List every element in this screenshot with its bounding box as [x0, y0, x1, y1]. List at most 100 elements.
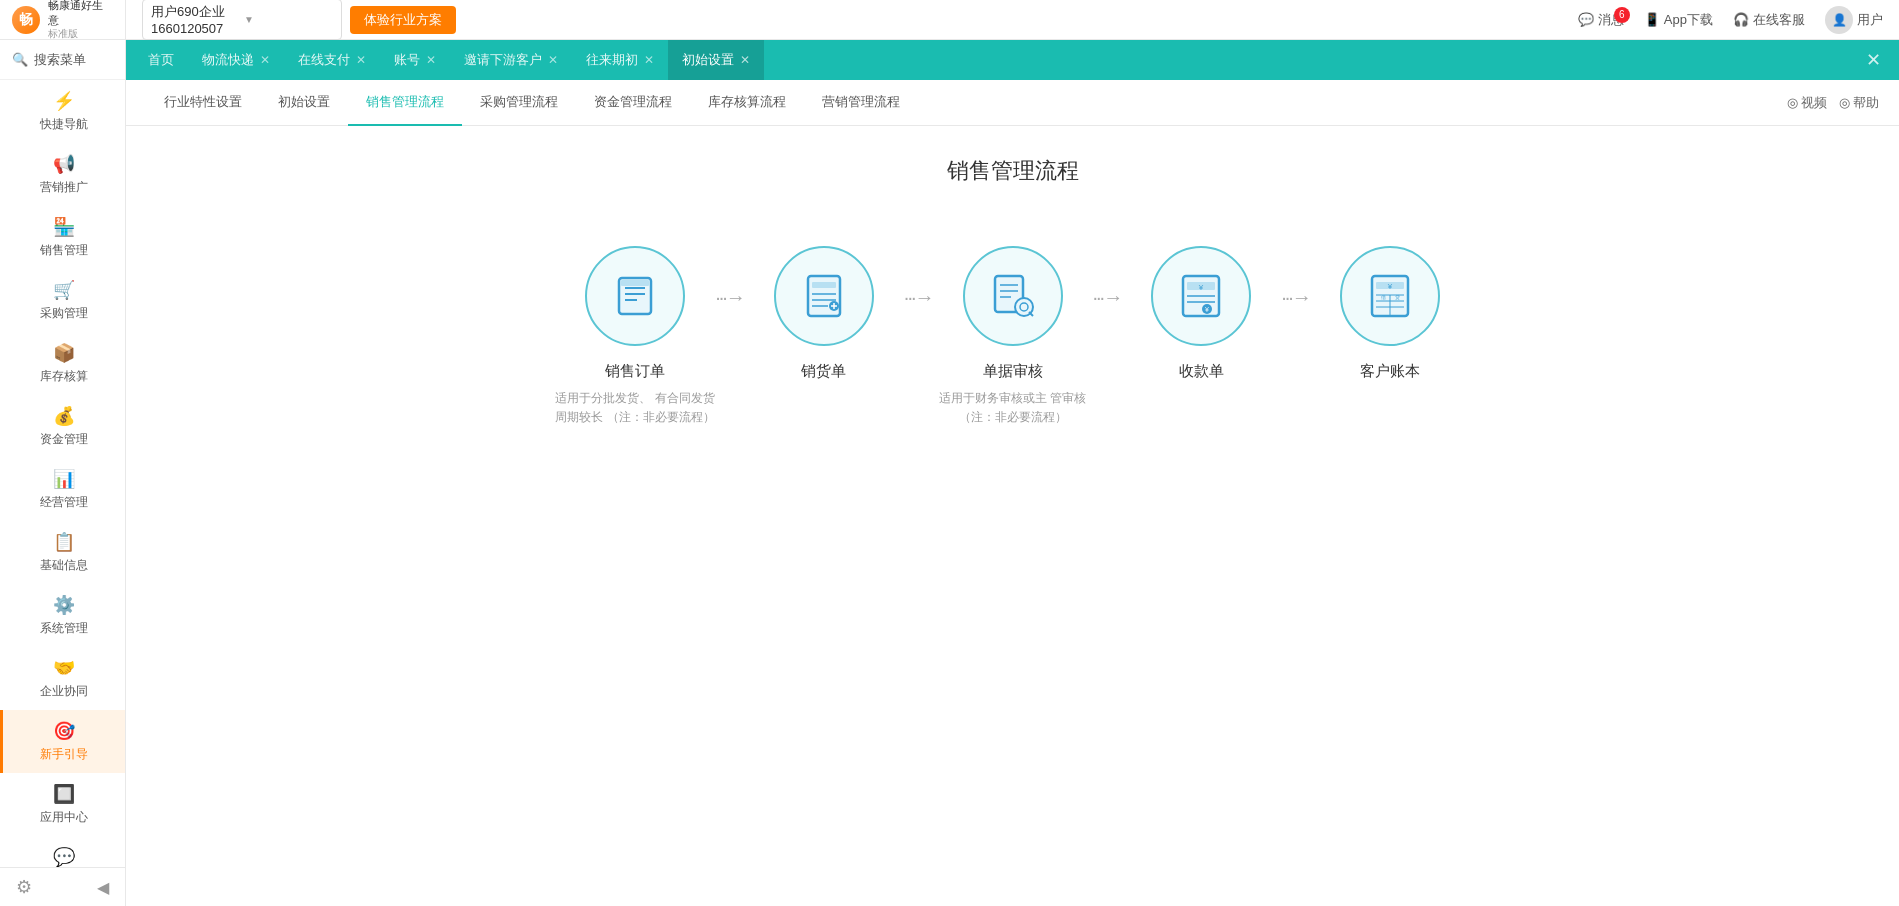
action-视频[interactable]: ◎ 视频	[1787, 94, 1827, 112]
app-edition: 标准版	[48, 27, 113, 41]
nav-tab-label: 首页	[148, 51, 174, 69]
flow-label-sales-order: 销售订单	[605, 362, 665, 381]
content-area: 销售管理流程 销售订单适用于分批发货、 有合同发货周期较长 （注：非必要流程）·…	[126, 126, 1899, 457]
message-button[interactable]: 💬 消息 6	[1578, 11, 1624, 29]
page-title: 销售管理流程	[166, 156, 1859, 186]
trial-button[interactable]: 体验行业方案	[350, 6, 456, 34]
flow-diagram: 销售订单适用于分批发货、 有合同发货周期较长 （注：非必要流程）···→ 销货单…	[166, 246, 1859, 427]
action-帮助[interactable]: ◎ 帮助	[1839, 94, 1879, 112]
sidebar-item-sales[interactable]: 🏪销售管理	[0, 206, 125, 269]
sub-tab-资金管理流程[interactable]: 资金管理流程	[576, 80, 690, 126]
app-logo-icon: 畅	[12, 6, 40, 34]
user-menu[interactable]: 👤 用户	[1825, 6, 1883, 34]
svg-text:借: 借	[1380, 294, 1385, 300]
nav-tab-close[interactable]: ✕	[644, 53, 654, 67]
flow-label-receipt: 收款单	[1179, 362, 1224, 381]
online-service-button[interactable]: 🎧 在线客服	[1733, 11, 1805, 29]
sidebar-item-finance[interactable]: 💰资金管理	[0, 395, 125, 458]
sidebar-label-operation: 经营管理	[40, 494, 88, 511]
sidebar-item-base-info[interactable]: 📋 基础信息	[0, 521, 125, 584]
sub-tab-销售管理流程[interactable]: 销售管理流程	[348, 80, 462, 126]
collapse-icon[interactable]: ◀	[97, 878, 109, 897]
nav-tab-label: 账号	[394, 51, 420, 69]
nav-tab-label: 邀请下游客户	[464, 51, 542, 69]
nav-tab-label: 初始设置	[682, 51, 734, 69]
sub-tab-库存核算流程[interactable]: 库存核算流程	[690, 80, 804, 126]
header-right: 💬 消息 6 📱 App下载 🎧 在线客服 👤 用户	[1578, 6, 1883, 34]
flow-item-sales-order[interactable]: 销售订单适用于分批发货、 有合同发货周期较长 （注：非必要流程）	[555, 246, 715, 427]
sidebar-icon-sales: 🏪	[53, 216, 75, 238]
sidebar-item-enterprise-wechat[interactable]: 💬企业微信	[0, 836, 125, 867]
nav-tab-物流快递[interactable]: 物流快递 ✕	[188, 40, 284, 80]
sidebar-items: ⚡快捷导航📢营销推广🏪销售管理🛒采购管理📦库存核算💰资金管理 📊 经营管理 📋 基础信息…	[0, 80, 125, 867]
sidebar-label-app-center: 应用中心	[40, 809, 88, 826]
circle-icon: ◎	[1787, 95, 1798, 110]
sidebar-item-app-center[interactable]: 🔲 应用中心	[0, 773, 125, 836]
sidebar-item-inventory[interactable]: 📦库存核算	[0, 332, 125, 395]
flow-label-document-review: 单据审核	[983, 362, 1043, 381]
flow-item-document-review[interactable]: 单据审核适用于财务审核或主 管审核 （注：非必要流程）	[933, 246, 1093, 427]
sidebar-item-new-guide[interactable]: 🎯新手引导	[0, 710, 125, 773]
sidebar-item-system[interactable]: ⚙️系统管理	[0, 584, 125, 647]
nav-tab-close[interactable]: ✕	[740, 53, 750, 67]
search-icon: 🔍	[12, 52, 28, 67]
nav-tab-close[interactable]: ✕	[260, 53, 270, 67]
sidebar-bottom: ⚙ ◀	[0, 867, 125, 906]
sidebar-item-operation[interactable]: 📊 经营管理	[0, 458, 125, 521]
sidebar-logo: 畅 畅康通好生意 标准版	[0, 0, 125, 40]
flow-label-sales-invoice: 销货单	[801, 362, 846, 381]
settings-icon[interactable]: ⚙	[16, 876, 32, 898]
sub-tab-行业特性设置[interactable]: 行业特性设置	[146, 80, 260, 126]
sidebar-icon-base-info: 📋	[53, 531, 75, 553]
flow-arrow-1: ···→	[715, 246, 744, 309]
flow-circle-document-review	[963, 246, 1063, 346]
svg-text:¥: ¥	[1387, 282, 1393, 291]
sidebar-search[interactable]: 🔍 搜索菜单	[0, 40, 125, 80]
flow-circle-customer-account: ¥ 借 贷	[1340, 246, 1440, 346]
flow-arrow-4: ···→	[1281, 246, 1310, 309]
nav-tabs: 首页物流快递✕在线支付✕账号✕邀请下游客户✕往来期初✕初始设置✕✕	[126, 40, 1899, 80]
user-select[interactable]: 用户690企业1660120507 ▼	[142, 0, 342, 40]
svg-line-19	[1029, 312, 1033, 316]
sub-tab-采购管理流程[interactable]: 采购管理流程	[462, 80, 576, 126]
flow-item-receipt[interactable]: ¥ ¥ 收款单	[1121, 246, 1281, 389]
flow-item-customer-account[interactable]: ¥ 借 贷 客户账本	[1310, 246, 1470, 389]
app-download-button[interactable]: 📱 App下载	[1644, 11, 1713, 29]
flow-desc-document-review: 适用于财务审核或主 管审核 （注：非必要流程）	[933, 389, 1093, 427]
sidebar-icon-app-center: 🔲	[53, 783, 75, 805]
sidebar-icon-operation: 📊	[53, 468, 75, 490]
sidebar-icon-enterprise: 🤝	[53, 657, 75, 679]
flow-desc-sales-order: 适用于分批发货、 有合同发货周期较长 （注：非必要流程）	[555, 389, 715, 427]
sidebar-item-quick-nav[interactable]: ⚡快捷导航	[0, 80, 125, 143]
sub-tab-初始设置[interactable]: 初始设置	[260, 80, 348, 126]
user-select-text: 用户690企业1660120507	[151, 3, 240, 36]
svg-text:贷: 贷	[1394, 294, 1399, 300]
nav-tab-label: 物流快递	[202, 51, 254, 69]
sub-tabs-actions: ◎ 视频 ◎ 帮助	[1787, 94, 1879, 112]
svg-rect-6	[812, 282, 836, 288]
sidebar-label-system: 系统管理	[40, 620, 88, 637]
nav-tab-close[interactable]: ✕	[426, 53, 436, 67]
sidebar-label-inventory: 库存核算	[40, 368, 88, 385]
sidebar-item-enterprise[interactable]: 🤝 企业协同	[0, 647, 125, 710]
sidebar-label-enterprise: 企业协同	[40, 683, 88, 700]
sidebar-item-purchase[interactable]: 🛒采购管理	[0, 269, 125, 332]
nav-tab-账号[interactable]: 账号 ✕	[380, 40, 450, 80]
sub-tab-营销管理流程[interactable]: 营销管理流程	[804, 80, 918, 126]
sidebar-label-base-info: 基础信息	[40, 557, 88, 574]
nav-tab-close[interactable]: ✕	[356, 53, 366, 67]
nav-tab-首页[interactable]: 首页	[134, 40, 188, 80]
nav-tab-在线支付[interactable]: 在线支付✕	[284, 40, 380, 80]
sub-tabs: 行业特性设置初始设置销售管理流程采购管理流程资金管理流程库存核算流程营销管理流程…	[126, 80, 1899, 126]
svg-text:¥: ¥	[1198, 283, 1204, 292]
nav-tab-邀请下游客户[interactable]: 邀请下游客户 ✕	[450, 40, 572, 80]
sidebar-item-marketing[interactable]: 📢营销推广	[0, 143, 125, 206]
nav-tab-close[interactable]: ✕	[548, 53, 558, 67]
sidebar-icon-enterprise-wechat: 💬	[53, 846, 75, 867]
nav-tab-往来期初[interactable]: 往来期初 ✕	[572, 40, 668, 80]
nav-tab-初始设置[interactable]: 初始设置 ✕	[668, 40, 764, 80]
sidebar-icon-quick-nav: ⚡	[53, 90, 75, 112]
nav-tab-label: 往来期初	[586, 51, 638, 69]
flow-item-sales-invoice[interactable]: 销货单	[744, 246, 904, 389]
nav-close-all[interactable]: ✕	[1856, 49, 1891, 71]
